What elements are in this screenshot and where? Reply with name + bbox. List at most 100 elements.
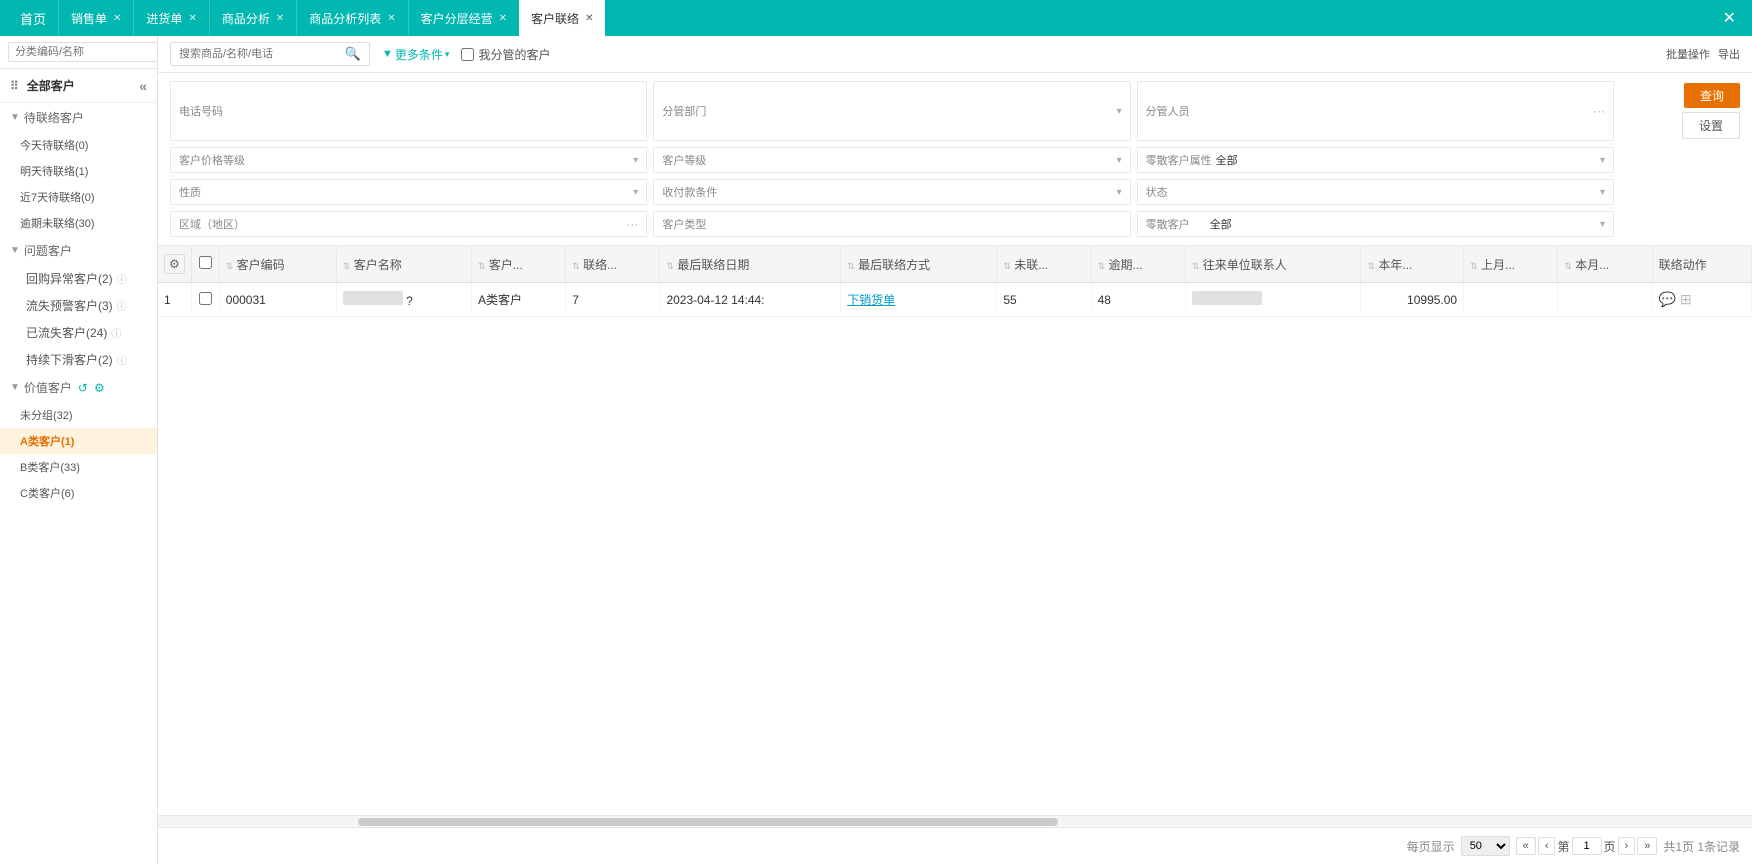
more-icon[interactable]: ··· xyxy=(626,217,638,231)
batch-ops-btn[interactable]: 批量操作 xyxy=(1666,46,1710,62)
sidebar-search-area: 🔍 xyxy=(0,36,157,69)
col-name: ⇅ 客户名称 xyxy=(336,246,471,283)
chevron-down-icon[interactable]: ▾ xyxy=(1600,155,1605,166)
filter-search-input[interactable] xyxy=(179,48,341,60)
data-table-container: ⚙ ⇅ 客户编码 ⇅ 客户名称 xyxy=(158,246,1752,815)
filter-payment: 收付款条件 ▾ xyxy=(653,179,1130,205)
cell-last-method[interactable]: 下销货单 xyxy=(841,283,997,317)
sidebar-item-tomorrow-pending[interactable]: 明天待联络(1) xyxy=(0,158,157,184)
filter-nature: 性质 ▾ xyxy=(170,179,647,205)
filter-dept: 分管部门 ▾ xyxy=(653,81,1130,141)
page-number-input[interactable] xyxy=(1572,837,1602,855)
cell-overdue: 48 xyxy=(1091,283,1185,317)
qr-icon[interactable]: ⊞ xyxy=(1680,291,1692,308)
sidebar-item-ungroup[interactable]: 未分组(32) xyxy=(0,402,157,428)
chevron-down-icon[interactable]: ▾ xyxy=(1117,187,1122,198)
nav-tab-customer-contact[interactable]: 客户联络 ✕ xyxy=(519,0,605,36)
chevron-down-icon[interactable]: ▾ xyxy=(1600,187,1605,198)
sort-icon: ⇅ xyxy=(1470,261,1478,271)
collapse-sidebar-icon[interactable]: « xyxy=(139,78,147,94)
main-content: 🔍 ▼ 更多条件 ▾ 我分管的客户 批量操作 导出 电话号码 xyxy=(158,36,1752,864)
sidebar-item-today-pending[interactable]: 今天待联络(0) xyxy=(0,132,157,158)
close-icon[interactable]: ✕ xyxy=(276,13,284,24)
sidebar-item-repurchase-abnormal[interactable]: 回购异常客户(2) ⓘ xyxy=(0,265,157,292)
first-page-btn[interactable]: « xyxy=(1516,837,1536,855)
sidebar-section-value[interactable]: ▼ 价值客户 ↺ ⚙ xyxy=(0,373,157,402)
cell-this-year: 10995.00 xyxy=(1361,283,1464,317)
close-icon[interactable]: ✕ xyxy=(585,13,593,24)
arrow-icon: ▼ xyxy=(10,382,20,393)
filter-form: 电话号码 分管部门 ▾ 分管人员 ··· 查询 设置 xyxy=(158,73,1752,246)
column-settings-btn[interactable]: ⚙ xyxy=(164,254,185,274)
nav-tab-purchase[interactable]: 进货单 ✕ xyxy=(133,0,208,36)
filter-status-label: 状态 xyxy=(1146,184,1206,200)
close-icon[interactable]: ✕ xyxy=(387,13,395,24)
refresh-icon[interactable]: ↺ xyxy=(78,381,88,395)
sort-icon: ⇅ xyxy=(572,261,580,271)
export-btn[interactable]: 导出 xyxy=(1718,46,1740,62)
close-icon[interactable]: ✕ xyxy=(113,13,121,24)
my-customers-checkbox[interactable]: 我分管的客户 xyxy=(461,46,550,63)
col-contact-count: ⇅ 联络... xyxy=(566,246,660,283)
sidebar-all-customers[interactable]: ⠿ 全部客户 « xyxy=(0,69,157,103)
sidebar-item-churned[interactable]: 已流失客户(24) ⓘ xyxy=(0,319,157,346)
filter-staff-label: 分管人员 xyxy=(1146,103,1206,119)
my-customers-check[interactable] xyxy=(461,48,474,61)
chevron-down-icon[interactable]: ▾ xyxy=(633,187,638,198)
nav-tab-product-list[interactable]: 商品分析列表 ✕ xyxy=(296,0,407,36)
col-settings: ⚙ xyxy=(158,246,191,283)
scrollbar-thumb[interactable] xyxy=(358,818,1058,826)
sort-icon: ⇅ xyxy=(1367,261,1375,271)
nav-tab-customer-segment[interactable]: 客户分层经营 ✕ xyxy=(408,0,519,36)
sidebar-section-pending[interactable]: ▼ 待联络客户 xyxy=(0,103,157,132)
page-size-select[interactable]: 50 100 200 xyxy=(1461,836,1510,856)
info-icon: ⓘ xyxy=(117,298,127,313)
chevron-down-icon[interactable]: ▾ xyxy=(1117,155,1122,166)
query-button[interactable]: 查询 xyxy=(1684,83,1740,108)
chevron-down-icon[interactable]: ▾ xyxy=(1600,219,1605,230)
nav-tab-product-analysis[interactable]: 商品分析 ✕ xyxy=(209,0,296,36)
filter-search-icon[interactable]: 🔍 xyxy=(345,46,361,62)
info-icon: ⓘ xyxy=(117,271,127,286)
sidebar-section-problem[interactable]: ▼ 问题客户 xyxy=(0,236,157,265)
close-icon[interactable]: ✕ xyxy=(188,13,196,24)
cell-last-month xyxy=(1464,283,1558,317)
next-page-btn[interactable]: › xyxy=(1618,837,1636,855)
sidebar-item-class-a[interactable]: A类客户(1) xyxy=(0,428,157,454)
sidebar-item-7days-pending[interactable]: 近7天待联络(0) xyxy=(0,184,157,210)
last-page-btn[interactable]: » xyxy=(1637,837,1657,855)
sidebar-item-overdue-contact[interactable]: 逾期未联络(30) xyxy=(0,210,157,236)
row-checkbox[interactable] xyxy=(199,292,212,305)
prev-page-btn[interactable]: ‹ xyxy=(1538,837,1556,855)
col-no-contact: ⇅ 未联... xyxy=(997,246,1091,283)
filter-icon: ▼ xyxy=(382,48,393,60)
more-icon[interactable]: ··· xyxy=(1593,104,1605,118)
message-icon[interactable]: 💬 xyxy=(1659,291,1676,308)
page-navigation: « ‹ 第 页 › » xyxy=(1516,837,1658,855)
sidebar-item-class-c[interactable]: C类客户(6) xyxy=(0,480,157,506)
filter-bar: 🔍 ▼ 更多条件 ▾ 我分管的客户 批量操作 导出 xyxy=(158,36,1752,73)
select-all-checkbox[interactable] xyxy=(199,256,212,269)
horizontal-scrollbar[interactable] xyxy=(158,815,1752,827)
table-row: 1 000031 ? A类客户 7 2023-04-12 14:44: 下销货单 xyxy=(158,283,1752,317)
chevron-down-icon[interactable]: ▾ xyxy=(633,155,638,166)
nav-home[interactable]: 首页 xyxy=(8,0,58,36)
cell-checkbox xyxy=(191,283,219,317)
more-filters-btn[interactable]: ▼ 更多条件 ▾ xyxy=(378,46,453,63)
col-last-month: ⇅ 上月... xyxy=(1464,246,1558,283)
close-icon[interactable]: ✕ xyxy=(499,13,507,24)
sidebar-item-declining[interactable]: 持续下滑客户(2) ⓘ xyxy=(0,346,157,373)
filter-price-level: 客户价格等级 ▾ xyxy=(170,147,647,173)
settings-icon[interactable]: ⚙ xyxy=(94,381,105,395)
sidebar-search-input[interactable] xyxy=(8,42,158,62)
chevron-down-icon[interactable]: ▾ xyxy=(1117,106,1122,117)
sidebar-item-churn-warning[interactable]: 流失预警客户(3) ⓘ xyxy=(0,292,157,319)
filter-customer-type-label: 客户类型 xyxy=(662,216,722,232)
sidebar-item-class-b[interactable]: B类客户(33) xyxy=(0,454,157,480)
sort-icon: ⇅ xyxy=(1192,261,1200,271)
sort-icon: ⇅ xyxy=(847,261,855,271)
settings-button[interactable]: 设置 xyxy=(1682,112,1740,139)
cell-this-month xyxy=(1558,283,1652,317)
nav-tab-sales[interactable]: 销售单 ✕ xyxy=(58,0,133,36)
close-all-tabs-icon[interactable]: ✕ xyxy=(1715,8,1744,28)
